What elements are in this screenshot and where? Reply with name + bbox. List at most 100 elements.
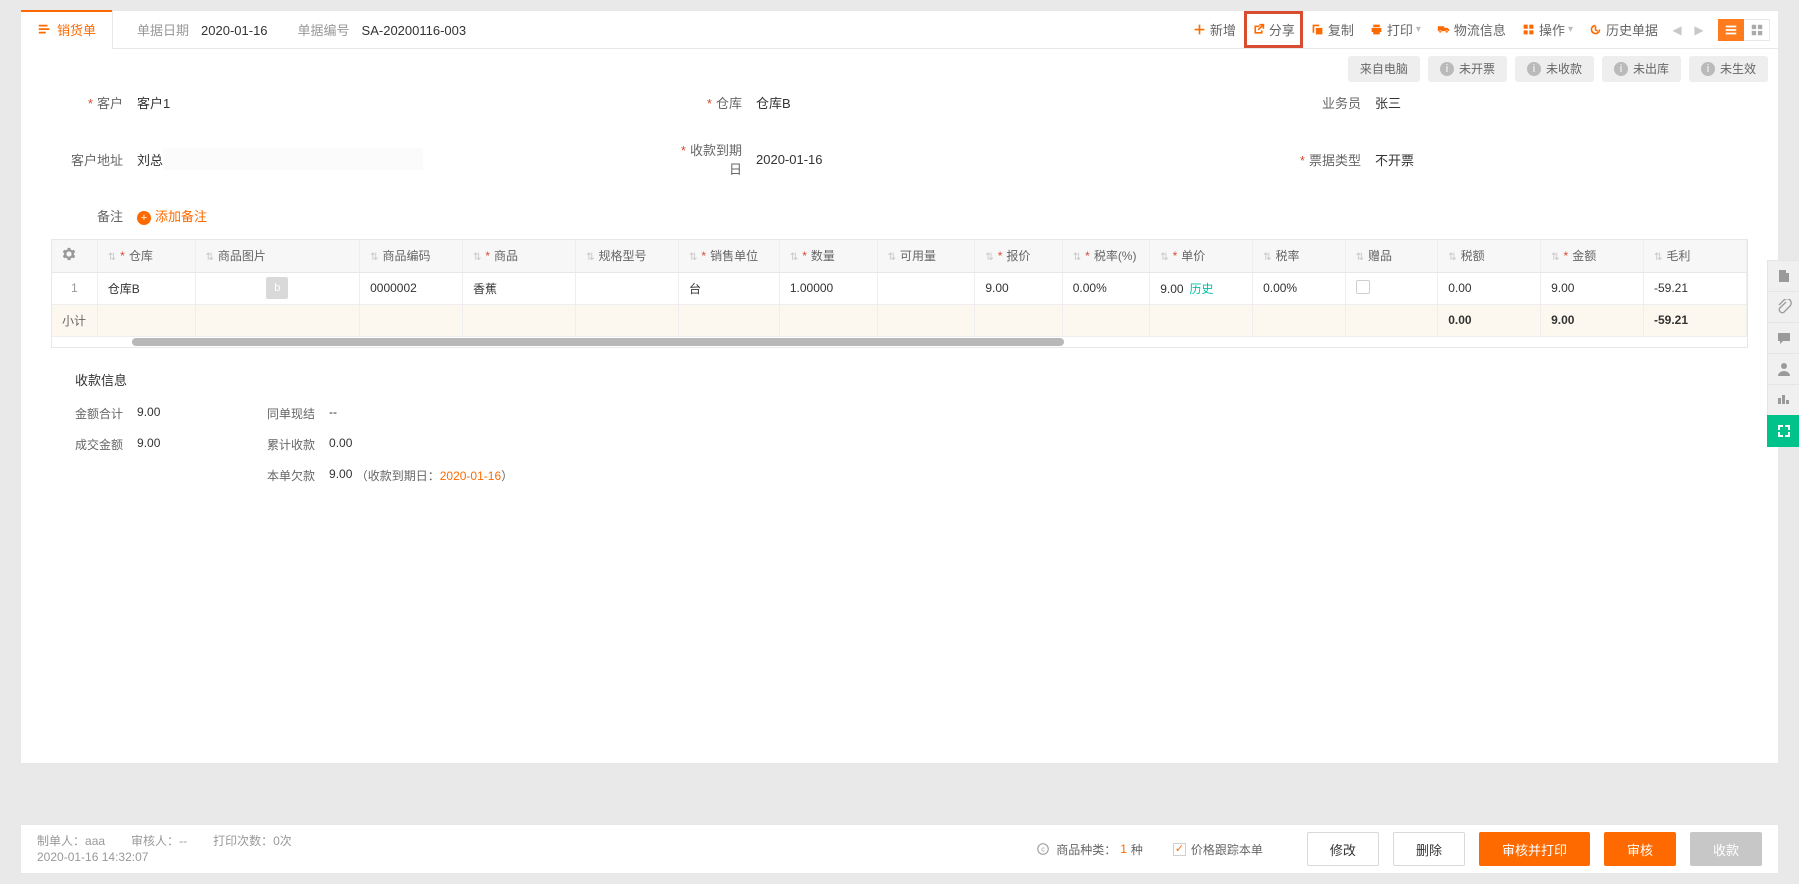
cell-qty[interactable]: 1.00000: [779, 272, 877, 304]
cell-taxamt: 0.00: [1438, 272, 1541, 304]
field-remark: 备注+添加备注: [51, 206, 1748, 225]
view-card-button[interactable]: [1744, 19, 1770, 41]
table-row[interactable]: 1 仓库B b 0000002 香蕉 台 1.00000 9.00 0.00% …: [52, 272, 1747, 304]
header-actions: 新增 分享 复制 打印▾ 物流信息 操作▾ 历史单据 ◀ ▶: [1185, 11, 1778, 48]
cell-quote[interactable]: 9.00: [975, 272, 1062, 304]
image-placeholder-icon: b: [266, 277, 288, 299]
meta-date: 单据日期2020-01-16: [137, 20, 268, 39]
field-salesman: 业务员张三: [1129, 93, 1748, 112]
meta-number: 单据编号SA-20200116-003: [298, 20, 467, 39]
rail-chat-button[interactable]: [1767, 322, 1799, 354]
share-icon: [1252, 23, 1265, 36]
view-toggle: [1718, 19, 1770, 41]
gift-checkbox[interactable]: [1356, 280, 1370, 294]
info-icon: i: [1614, 62, 1628, 76]
copyright-icon: c: [1036, 842, 1050, 856]
footer-summary: c 商品种类：1种: [1036, 841, 1143, 858]
receive-button: 收款: [1690, 832, 1762, 866]
field-address: 客户地址刘总: [51, 140, 510, 178]
view-list-button[interactable]: [1718, 19, 1744, 41]
line-items-table: ⇅*仓库 ⇅商品图片 ⇅商品编码 ⇅*商品 ⇅规格型号 ⇅*销售单位 ⇅*数量 …: [51, 239, 1748, 348]
cell-taxpct[interactable]: 0.00%: [1062, 272, 1149, 304]
audit-button[interactable]: 审核: [1604, 832, 1676, 866]
app-root: 销货单 单据日期2020-01-16 单据编号SA-20200116-003 新…: [0, 0, 1799, 884]
copy-button[interactable]: 复制: [1303, 11, 1362, 48]
info-icon: i: [1701, 62, 1715, 76]
footer-bar: 制单人：aaa 审核人：-- 打印次数：0次 2020-01-16 14:32:…: [20, 824, 1779, 874]
copy-icon: [1311, 23, 1324, 36]
cell-image[interactable]: b: [195, 272, 360, 304]
footer-info: 制单人：aaa 审核人：-- 打印次数：0次 2020-01-16 14:32:…: [37, 833, 292, 865]
receipt-title: 收款信息: [75, 370, 1724, 389]
rail-doc-button[interactable]: [1767, 260, 1799, 292]
checkbox-icon: [1173, 843, 1186, 856]
cell-gift[interactable]: [1345, 272, 1438, 304]
field-invoice-type: *票据类型不开票: [1129, 140, 1748, 178]
new-button[interactable]: 新增: [1185, 11, 1244, 48]
rail-attach-button[interactable]: [1767, 291, 1799, 323]
price-history-link[interactable]: 历史: [1190, 282, 1214, 296]
plus-icon: [1193, 23, 1206, 36]
cell-available: [877, 272, 975, 304]
receipt-col-right: 同单现结-- 累计收款0.00 本单欠款9.00 （收款到期日：2020-01-…: [267, 405, 513, 498]
svg-text:c: c: [1041, 847, 1045, 854]
edit-button[interactable]: 修改: [1307, 832, 1379, 866]
form-area: *客户客户1 *仓库仓库B 业务员张三 客户地址刘总 *收款到期日2020-01…: [21, 89, 1778, 518]
print-button[interactable]: 打印▾: [1362, 11, 1429, 48]
price-follow-checkbox[interactable]: 价格跟踪本单: [1173, 841, 1263, 858]
table-h-scroll[interactable]: [52, 337, 1747, 347]
cell-product[interactable]: 香蕉: [462, 272, 575, 304]
info-icon: i: [1527, 62, 1541, 76]
chevron-down-icon: ▾: [1416, 24, 1421, 35]
right-rail: [1767, 260, 1799, 446]
delete-button[interactable]: 删除: [1393, 832, 1465, 866]
audit-print-button[interactable]: 审核并打印: [1479, 832, 1590, 866]
pill-unout: i未出库: [1602, 56, 1681, 82]
cell-tax2[interactable]: 0.00%: [1253, 272, 1346, 304]
rail-user-button[interactable]: [1767, 353, 1799, 385]
rail-chart-button[interactable]: [1767, 384, 1799, 416]
receipt-section: 收款信息 金额合计9.00 成交金额9.00 同单现结-- 累计收款0.00 本…: [51, 348, 1748, 498]
prev-button[interactable]: ◀: [1666, 23, 1688, 37]
cell-code[interactable]: 0000002: [360, 272, 463, 304]
add-remark-link[interactable]: +添加备注: [137, 206, 207, 225]
cell-warehouse[interactable]: 仓库B: [97, 272, 195, 304]
sales-order-icon: [37, 23, 51, 37]
history-button[interactable]: 历史单据: [1581, 11, 1666, 48]
history-icon: [1589, 23, 1602, 36]
main-panel: 销货单 单据日期2020-01-16 单据编号SA-20200116-003 新…: [20, 10, 1779, 764]
table-header-row: ⇅*仓库 ⇅商品图片 ⇅商品编码 ⇅*商品 ⇅规格型号 ⇅*销售单位 ⇅*数量 …: [52, 240, 1747, 272]
cell-price[interactable]: 9.00历史: [1150, 272, 1253, 304]
ops-button[interactable]: 操作▾: [1514, 11, 1581, 48]
share-button[interactable]: 分享: [1244, 11, 1303, 48]
grid-icon: [1522, 23, 1535, 36]
info-icon: i: [1440, 62, 1454, 76]
table-settings-button[interactable]: [52, 240, 97, 272]
rail-expand-button[interactable]: [1767, 415, 1799, 447]
tab-label: 销货单: [57, 20, 96, 39]
tab-sales-order[interactable]: 销货单: [21, 11, 113, 49]
header-bar: 销货单 单据日期2020-01-16 单据编号SA-20200116-003 新…: [21, 11, 1778, 49]
field-warehouse: *仓库仓库B: [510, 93, 1129, 112]
status-bar: 来自电脑 i未开票 i未收款 i未出库 i未生效: [21, 49, 1778, 89]
next-button[interactable]: ▶: [1688, 23, 1710, 37]
field-due: *收款到期日2020-01-16: [510, 140, 1129, 178]
field-customer: *客户客户1: [51, 93, 510, 112]
pill-uninvoiced: i未开票: [1428, 56, 1507, 82]
chevron-down-icon: ▾: [1568, 24, 1573, 35]
address-masked: [163, 148, 423, 170]
cell-spec[interactable]: [576, 272, 679, 304]
plus-circle-icon: +: [137, 211, 151, 225]
logistics-button[interactable]: 物流信息: [1429, 11, 1514, 48]
pill-unreceived: i未收款: [1515, 56, 1594, 82]
cell-profit: -59.21: [1644, 272, 1747, 304]
subtotal-row: 小计 0.00 9.00 -59.21: [52, 304, 1747, 336]
pill-source: 来自电脑: [1348, 56, 1420, 82]
cell-amount: 9.00: [1541, 272, 1644, 304]
receipt-col-left: 金额合计9.00 成交金额9.00: [75, 405, 265, 498]
row-index: 1: [52, 272, 97, 304]
pill-ineffective: i未生效: [1689, 56, 1768, 82]
cell-unit[interactable]: 台: [679, 272, 780, 304]
truck-icon: [1437, 23, 1450, 36]
header-meta: 单据日期2020-01-16 单据编号SA-20200116-003: [137, 20, 466, 39]
